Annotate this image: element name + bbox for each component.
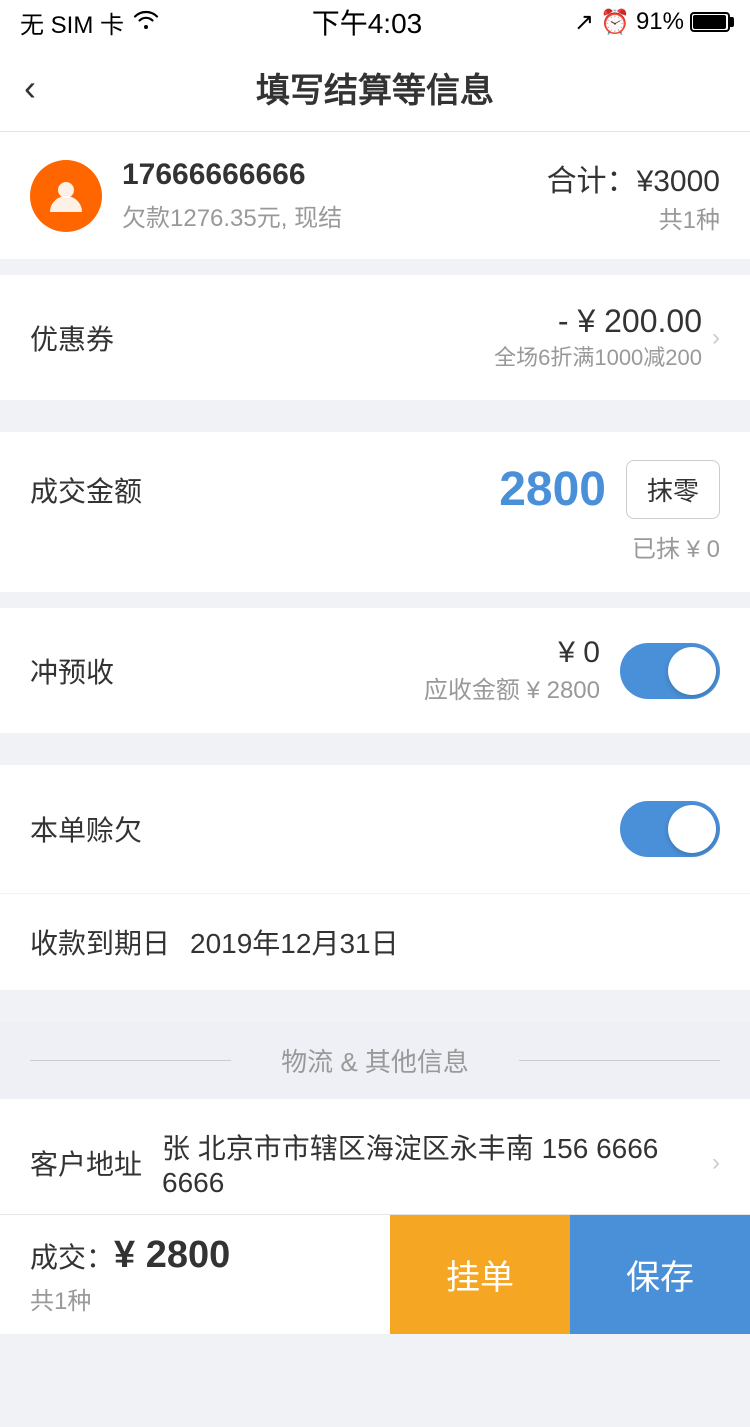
address-value: 张 北京市市辖区海淀区永丰南 156 6666 6666 [162, 1127, 692, 1199]
round-button[interactable]: 抹零 [626, 460, 720, 519]
writeoff-toggle-knob [668, 805, 716, 853]
pre-collection-toggle[interactable] [620, 643, 720, 699]
battery-icon [690, 12, 730, 32]
transaction-label: 成交金额 [30, 470, 142, 510]
logistics-section-divider: 物流 & 其他信息 [0, 1022, 750, 1099]
writeoff-label: 本单赊欠 [30, 809, 142, 849]
location-icon: ↗ [574, 8, 594, 37]
save-button[interactable]: 保存 [570, 1215, 750, 1334]
coupon-label: 优惠券 [30, 318, 114, 358]
customer-card: 17666666666 欠款1276.35元, 现结 合计：¥3000 共1种 [0, 132, 750, 259]
total-count: 共1种 [547, 200, 720, 235]
toggle-knob [668, 647, 716, 695]
amount-row: 成交金额 2800 抹零 [30, 460, 720, 519]
transaction-amount: 2800 [499, 462, 606, 517]
battery-percent: 91% [636, 8, 684, 36]
customer-phone: 17666666666 [122, 158, 342, 192]
duedate-row: 收款到期日 2019年12月31日 [0, 893, 750, 990]
hang-button[interactable]: 挂单 [390, 1215, 570, 1334]
nav-bar: ‹ 填写结算等信息 [0, 44, 750, 132]
back-button[interactable]: ‹ [24, 67, 36, 109]
sim-status: 无 SIM 卡 [20, 5, 124, 40]
coupon-desc: 全场6折满1000减200 [494, 340, 702, 372]
section-divider-4 [0, 990, 750, 1006]
duedate-label: 收款到期日 [30, 922, 170, 962]
status-right: ↗ ⏰ 91% [574, 8, 730, 37]
transaction-sub: 已抹 ¥ 0 [632, 536, 720, 563]
transaction-section: 成交金额 2800 抹零 已抹 ¥ 0 [0, 432, 750, 592]
customer-debt: 欠款1276.35元, 现结 [122, 198, 342, 233]
avatar [30, 160, 102, 232]
address-row[interactable]: 客户地址 张 北京市市辖区海淀区永丰南 156 6666 6666 › [0, 1099, 750, 1227]
coupon-right: - ¥ 200.00 全场6折满1000减200 › [494, 303, 720, 372]
pre-values: ¥ 0 应收金额 ¥ 2800 [424, 636, 600, 705]
section-divider-1 [0, 416, 750, 432]
alarm-icon: ⏰ [600, 8, 630, 37]
bottom-count: 共1种 [30, 1281, 360, 1316]
bottom-amount: ¥ 2800 [114, 1234, 230, 1276]
section-divider-3 [0, 733, 750, 749]
bottom-bar: 成交：¥ 2800 共1种 挂单 保存 [0, 1214, 750, 1334]
pre-collection-label: 冲预收 [30, 651, 114, 691]
pre-amount: ¥ 0 [424, 636, 600, 670]
page-title: 填写结算等信息 [256, 63, 494, 112]
writeoff-toggle[interactable] [620, 801, 720, 857]
status-left: 无 SIM 卡 [20, 5, 160, 40]
pre-receivable: 应收金额 ¥ 2800 [424, 670, 600, 705]
status-bar: 无 SIM 卡 下午4:03 ↗ ⏰ 91% [0, 0, 750, 44]
total-value: ¥3000 [637, 165, 720, 198]
writeoff-row: 本单赊欠 [0, 765, 750, 893]
amount-value-area: 2800 抹零 [499, 460, 720, 519]
coupon-arrow: › [712, 324, 720, 352]
total-amount: 合计：¥3000 [547, 156, 720, 200]
customer-info: 17666666666 欠款1276.35元, 现结 [122, 158, 342, 233]
wifi-icon [132, 8, 160, 36]
bottom-label: 成交： [30, 1242, 114, 1273]
duedate-value: 2019年12月31日 [190, 922, 399, 962]
coupon-row[interactable]: 优惠券 - ¥ 200.00 全场6折满1000减200 › [0, 275, 750, 400]
address-label: 客户地址 [30, 1143, 142, 1183]
bottom-amount-row: 成交：¥ 2800 [30, 1234, 360, 1277]
divider-line-right [519, 1060, 720, 1061]
total-label: 合计： [547, 165, 637, 198]
bottom-summary: 成交：¥ 2800 共1种 [0, 1234, 390, 1316]
divider-line-left [30, 1060, 231, 1061]
status-time: 下午4:03 [312, 2, 423, 42]
section-divider-2 [0, 592, 750, 608]
customer-left: 17666666666 欠款1276.35元, 现结 [30, 158, 342, 233]
pre-collection-right: ¥ 0 应收金额 ¥ 2800 [424, 636, 720, 705]
customer-total: 合计：¥3000 共1种 [547, 156, 720, 235]
address-arrow: › [712, 1149, 720, 1177]
logistics-label: 物流 & 其他信息 [281, 1042, 469, 1079]
pre-collection-row: 冲预收 ¥ 0 应收金额 ¥ 2800 [0, 608, 750, 733]
coupon-discount: - ¥ 200.00 [494, 303, 702, 340]
